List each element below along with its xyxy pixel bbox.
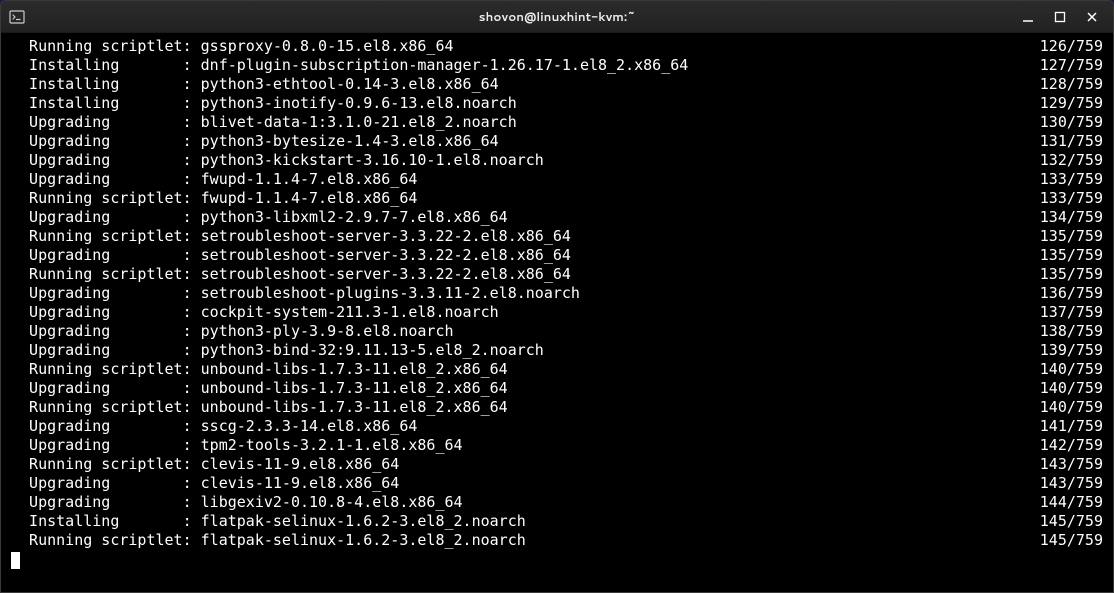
output-line: Upgrading : python3-bind-32:9.11.13-5.el… [11, 341, 1105, 360]
terminal-cursor [11, 552, 20, 569]
output-line: Upgrading : blivet-data-1:3.1.0-21.el8_2… [11, 113, 1105, 132]
line-left: Installing : flatpak-selinux-1.6.2-3.el8… [11, 512, 526, 531]
line-left: Installing : python3-inotify-0.9.6-13.el… [11, 94, 517, 113]
titlebar[interactable]: shovon@linuxhint-kvm:~ [1, 1, 1113, 33]
output-line: Upgrading : python3-kickstart-3.16.10-1.… [11, 151, 1105, 170]
line-progress: 130/759 [1040, 113, 1105, 132]
line-left: Running scriptlet: gssproxy-0.8.0-15.el8… [11, 37, 454, 56]
line-left: Upgrading : sscg-2.3.3-14.el8.x86_64 [11, 417, 417, 436]
close-button[interactable] [1085, 10, 1099, 24]
line-progress: 138/759 [1040, 322, 1105, 341]
cursor-line [11, 550, 1105, 569]
line-left: Upgrading : python3-bytesize-1.4-3.el8.x… [11, 132, 499, 151]
line-left: Running scriptlet: clevis-11-9.el8.x86_6… [11, 455, 399, 474]
output-line: Upgrading : tpm2-tools-3.2.1-1.el8.x86_6… [11, 436, 1105, 455]
line-progress: 135/759 [1040, 246, 1105, 265]
line-left: Upgrading : python3-ply-3.9-8.el8.noarch [11, 322, 454, 341]
output-line: Upgrading : python3-libxml2-2.9.7-7.el8.… [11, 208, 1105, 227]
line-left: Running scriptlet: setroubleshoot-server… [11, 265, 571, 284]
output-line: Running scriptlet: unbound-libs-1.7.3-11… [11, 398, 1105, 417]
terminal-window: shovon@linuxhint-kvm:~ Running scriptlet… [0, 0, 1114, 593]
output-line: Upgrading : clevis-11-9.el8.x86_64 143/75… [11, 474, 1105, 493]
line-left: Installing : dnf-plugin-subscription-man… [11, 56, 688, 75]
line-left: Upgrading : setroubleshoot-plugins-3.3.1… [11, 284, 580, 303]
output-line: Running scriptlet: fwupd-1.1.4-7.el8.x86… [11, 189, 1105, 208]
line-left: Upgrading : cockpit-system-211.3-1.el8.n… [11, 303, 499, 322]
line-progress: 144/759 [1040, 493, 1105, 512]
line-progress: 135/759 [1040, 227, 1105, 246]
line-progress: 131/759 [1040, 132, 1105, 151]
line-left: Upgrading : clevis-11-9.el8.x86_64 [11, 474, 399, 493]
line-progress: 133/759 [1040, 189, 1105, 208]
line-progress: 134/759 [1040, 208, 1105, 227]
output-line: Running scriptlet: setroubleshoot-server… [11, 227, 1105, 246]
line-left: Upgrading : tpm2-tools-3.2.1-1.el8.x86_6… [11, 436, 463, 455]
line-left: Upgrading : blivet-data-1:3.1.0-21.el8_2… [11, 113, 517, 132]
output-line: Running scriptlet: clevis-11-9.el8.x86_6… [11, 455, 1105, 474]
line-progress: 140/759 [1040, 398, 1105, 417]
line-progress: 139/759 [1040, 341, 1105, 360]
maximize-button[interactable] [1053, 10, 1067, 24]
line-progress: 145/759 [1040, 531, 1105, 550]
line-progress: 127/759 [1040, 56, 1105, 75]
line-progress: 128/759 [1040, 75, 1105, 94]
output-line: Upgrading : python3-ply-3.9-8.el8.noarch… [11, 322, 1105, 341]
line-progress: 132/759 [1040, 151, 1105, 170]
line-progress: 145/759 [1040, 512, 1105, 531]
terminal-output[interactable]: Running scriptlet: gssproxy-0.8.0-15.el8… [1, 33, 1113, 592]
line-left: Installing : python3-ethtool-0.14-3.el8.… [11, 75, 499, 94]
minimize-button[interactable] [1021, 10, 1035, 24]
line-left: Running scriptlet: setroubleshoot-server… [11, 227, 571, 246]
line-progress: 137/759 [1040, 303, 1105, 322]
output-line: Running scriptlet: unbound-libs-1.7.3-11… [11, 360, 1105, 379]
output-line: Running scriptlet: setroubleshoot-server… [11, 265, 1105, 284]
line-left: Running scriptlet: fwupd-1.1.4-7.el8.x86… [11, 189, 417, 208]
output-line: Upgrading : libgexiv2-0.10.8-4.el8.x86_6… [11, 493, 1105, 512]
line-progress: 140/759 [1040, 379, 1105, 398]
line-progress: 142/759 [1040, 436, 1105, 455]
output-line: Upgrading : setroubleshoot-plugins-3.3.1… [11, 284, 1105, 303]
line-progress: 136/759 [1040, 284, 1105, 303]
line-left: Upgrading : fwupd-1.1.4-7.el8.x86_64 [11, 170, 417, 189]
output-line: Upgrading : cockpit-system-211.3-1.el8.n… [11, 303, 1105, 322]
output-line: Installing : python3-inotify-0.9.6-13.el… [11, 94, 1105, 113]
line-progress: 143/759 [1040, 474, 1105, 493]
line-left: Upgrading : python3-bind-32:9.11.13-5.el… [11, 341, 544, 360]
line-left: Running scriptlet: unbound-libs-1.7.3-11… [11, 360, 508, 379]
output-line: Upgrading : sscg-2.3.3-14.el8.x86_64 141/… [11, 417, 1105, 436]
output-line: Installing : flatpak-selinux-1.6.2-3.el8… [11, 512, 1105, 531]
line-left: Upgrading : python3-kickstart-3.16.10-1.… [11, 151, 544, 170]
line-progress: 141/759 [1040, 417, 1105, 436]
line-progress: 133/759 [1040, 170, 1105, 189]
line-progress: 126/759 [1040, 37, 1105, 56]
line-left: Running scriptlet: flatpak-selinux-1.6.2… [11, 531, 526, 550]
line-progress: 140/759 [1040, 360, 1105, 379]
output-line: Upgrading : setroubleshoot-server-3.3.22… [11, 246, 1105, 265]
window-title: shovon@linuxhint-kvm:~ [129, 8, 985, 25]
output-line: Upgrading : unbound-libs-1.7.3-11.el8_2.… [11, 379, 1105, 398]
line-left: Upgrading : unbound-libs-1.7.3-11.el8_2.… [11, 379, 508, 398]
output-line: Upgrading : fwupd-1.1.4-7.el8.x86_64 133/… [11, 170, 1105, 189]
line-left: Upgrading : libgexiv2-0.10.8-4.el8.x86_6… [11, 493, 463, 512]
line-progress: 143/759 [1040, 455, 1105, 474]
output-line: Installing : python3-ethtool-0.14-3.el8.… [11, 75, 1105, 94]
output-line: Running scriptlet: flatpak-selinux-1.6.2… [11, 531, 1105, 550]
line-left: Upgrading : setroubleshoot-server-3.3.22… [11, 246, 571, 265]
line-left: Upgrading : python3-libxml2-2.9.7-7.el8.… [11, 208, 508, 227]
output-line: Upgrading : python3-bytesize-1.4-3.el8.x… [11, 132, 1105, 151]
output-line: Installing : dnf-plugin-subscription-man… [11, 56, 1105, 75]
line-progress: 135/759 [1040, 265, 1105, 284]
output-line: Running scriptlet: gssproxy-0.8.0-15.el8… [11, 37, 1105, 56]
line-left: Running scriptlet: unbound-libs-1.7.3-11… [11, 398, 508, 417]
line-progress: 129/759 [1040, 94, 1105, 113]
terminal-app-icon [9, 9, 25, 25]
